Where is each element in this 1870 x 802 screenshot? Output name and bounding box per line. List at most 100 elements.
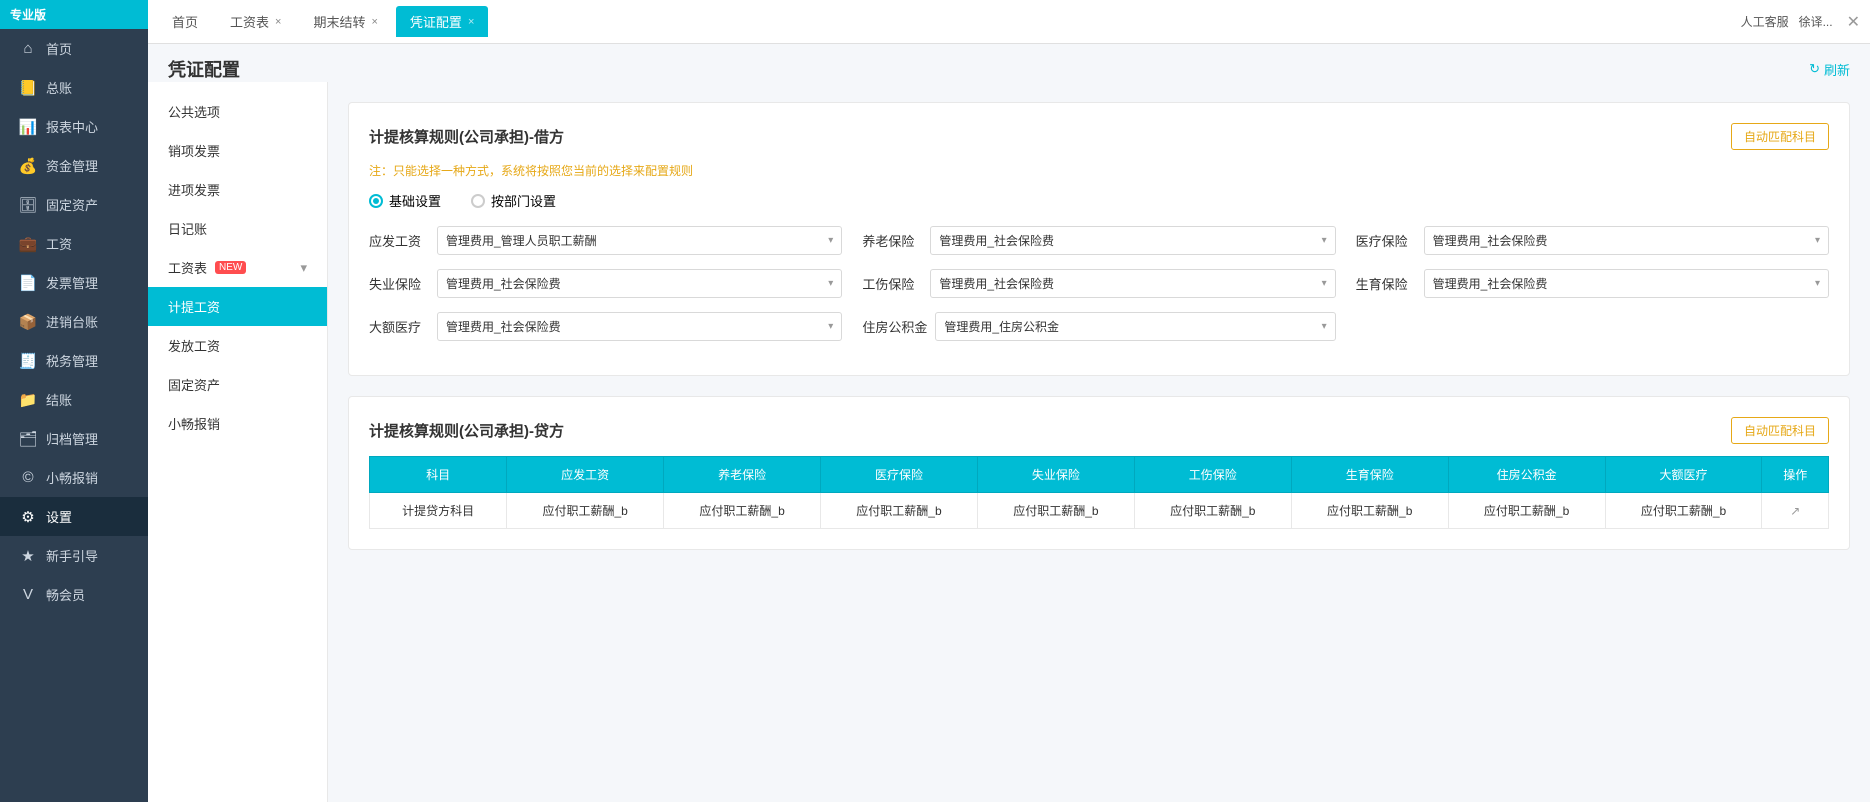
field-unemployment: 失业保险 管理费用_社会保险费 ▾ [369, 269, 842, 298]
salary-icon: 💼 [18, 235, 38, 253]
debit-auto-match-button[interactable]: 自动匹配科目 [1731, 123, 1829, 150]
salary-select[interactable]: 管理费用_管理人员职工薪酬 ▾ [437, 226, 842, 255]
cell-salary: 应付职工薪酬_b [507, 493, 664, 529]
sidebar-item-assets[interactable]: 🗄 固定资产 [0, 185, 148, 224]
radio-dept-circle [471, 194, 485, 208]
sidebar-item-home[interactable]: ⌂ 首页 [0, 29, 148, 68]
tab-period-close[interactable]: 期末结转 × [299, 6, 391, 37]
injury-select[interactable]: 管理费用_社会保险费 ▾ [930, 269, 1335, 298]
debit-warning-text: 注：只能选择一种方式，系统将按照您当前的选择来配置规则 [369, 162, 1829, 179]
cell-medical: 应付职工薪酬_b [821, 493, 978, 529]
window-close-icon[interactable]: ✕ [1847, 12, 1860, 32]
cell-unemployment: 应付职工薪酬_b [977, 493, 1134, 529]
left-nav-public[interactable]: 公共选项 [148, 92, 327, 131]
sidebar-item-closing[interactable]: 📁 结账 [0, 380, 148, 419]
col-maternity: 生育保险 [1291, 457, 1448, 493]
tab-salary-close[interactable]: × [275, 16, 281, 28]
sidebar-item-assets-label: 固定资产 [46, 195, 98, 214]
main-area: 首页 工资表 × 期末结转 × 凭证配置 × 人工客服 徐译... ✕ 凭证配置… [148, 0, 1870, 802]
cell-injury: 应付职工薪酬_b [1134, 493, 1291, 529]
user-label[interactable]: 徐译... [1799, 13, 1833, 30]
field-large-medical: 大额医疗 管理费用_社会保险费 ▾ [369, 312, 842, 341]
left-nav-purchase[interactable]: 进项发票 [148, 170, 327, 209]
settings-icon: ⚙ [18, 508, 38, 526]
sidebar-item-tax[interactable]: 🧾 税务管理 [0, 341, 148, 380]
salary-label: 应发工资 [369, 231, 429, 250]
new-badge: NEW [215, 261, 246, 274]
sidebar-item-finance[interactable]: 💰 资金管理 [0, 146, 148, 185]
sidebar-item-inventory-label: 进销台账 [46, 312, 98, 331]
tab-period-close-btn[interactable]: × [371, 16, 377, 28]
left-nav-fixed-assets[interactable]: 固定资产 [148, 365, 327, 404]
refresh-label: 刷新 [1824, 60, 1850, 79]
left-nav-public-label: 公共选项 [168, 102, 220, 121]
refresh-button[interactable]: ↻ 刷新 [1809, 60, 1850, 79]
tab-voucher-label: 凭证配置 [410, 12, 462, 31]
medical-label: 医疗保险 [1356, 231, 1416, 250]
radio-department[interactable]: 按部门设置 [471, 191, 556, 210]
debit-form-row-1: 应发工资 管理费用_管理人员职工薪酬 ▾ 养老保险 管理费用_社会保险费 ▾ [369, 226, 1829, 255]
credit-section-title: 计提核算规则(公司承担)-贷方 [369, 420, 564, 441]
pension-select[interactable]: 管理费用_社会保险费 ▾ [930, 226, 1335, 255]
housing-select[interactable]: 管理费用_住房公积金 ▾ [935, 312, 1335, 341]
home-icon: ⌂ [18, 40, 38, 57]
col-pension: 养老保险 [664, 457, 821, 493]
sidebar-item-salary[interactable]: 💼 工资 [0, 224, 148, 263]
debit-radio-group: 基础设置 按部门设置 [369, 191, 1829, 210]
left-nav-pay-label: 发放工资 [168, 336, 220, 355]
credit-auto-match-button[interactable]: 自动匹配科目 [1731, 417, 1829, 444]
sidebar-item-finance-label: 资金管理 [46, 156, 98, 175]
sidebar-item-member[interactable]: V 畅会员 [0, 575, 148, 614]
maternity-select[interactable]: 管理费用_社会保险费 ▾ [1424, 269, 1829, 298]
refresh-icon: ↻ [1809, 61, 1820, 77]
left-nav-calc-label: 计提工资 [168, 297, 220, 316]
help-label[interactable]: 人工客服 [1741, 13, 1789, 30]
member-icon: V [18, 586, 38, 603]
left-nav-journal-label: 日记账 [168, 219, 207, 238]
sidebar-item-settings-label: 设置 [46, 507, 72, 526]
housing-select-arrow: ▾ [1322, 321, 1327, 332]
maternity-select-value: 管理费用_社会保险费 [1433, 275, 1548, 292]
medical-select[interactable]: 管理费用_社会保险费 ▾ [1424, 226, 1829, 255]
left-nav-sales[interactable]: 销项发票 [148, 131, 327, 170]
credit-table: 科目 应发工资 养老保险 医疗保险 失业保险 工伤保险 生育保险 住房公积金 大… [369, 456, 1829, 529]
sidebar-item-inventory[interactable]: 📦 进销台账 [0, 302, 148, 341]
sidebar-item-ledger-label: 总账 [46, 78, 72, 97]
salary-select-arrow: ▾ [828, 235, 833, 246]
guide-icon: ★ [18, 547, 38, 565]
radio-basic[interactable]: 基础设置 [369, 191, 441, 210]
pension-select-value: 管理费用_社会保险费 [939, 232, 1054, 249]
sidebar-item-expense[interactable]: © 小畅报销 [0, 458, 148, 497]
sidebar-item-ledger[interactable]: 📒 总账 [0, 68, 148, 107]
row-edit-icon[interactable]: ↗ [1790, 504, 1800, 518]
sidebar-item-guide[interactable]: ★ 新手引导 [0, 536, 148, 575]
sidebar-item-guide-label: 新手引导 [46, 546, 98, 565]
expand-icon: ▾ [300, 260, 307, 276]
table-header-row: 科目 应发工资 养老保险 医疗保险 失业保险 工伤保险 生育保险 住房公积金 大… [370, 457, 1829, 493]
medical-select-arrow: ▾ [1815, 235, 1820, 246]
tab-salary-table[interactable]: 工资表 × [216, 6, 295, 37]
sidebar-item-archive[interactable]: 🗂 归档管理 [0, 419, 148, 458]
expense-icon: © [18, 469, 38, 486]
sidebar-item-settings[interactable]: ⚙ 设置 [0, 497, 148, 536]
left-nav-journal[interactable]: 日记账 [148, 209, 327, 248]
tab-voucher-close[interactable]: × [468, 16, 474, 28]
left-nav-pay-salary[interactable]: 发放工资 [148, 326, 327, 365]
large-medical-select[interactable]: 管理费用_社会保险费 ▾ [437, 312, 842, 341]
left-nav-calc-salary[interactable]: 计提工资 [148, 287, 327, 326]
left-nav: 公共选项 销项发票 进项发票 日记账 工资表 NEW ▾ 计提工资 发放工资 [148, 82, 328, 802]
col-injury: 工伤保险 [1134, 457, 1291, 493]
sidebar-item-reports[interactable]: 📊 报表中心 [0, 107, 148, 146]
cell-action[interactable]: ↗ [1762, 493, 1829, 529]
sidebar-item-invoice[interactable]: 📄 发票管理 [0, 263, 148, 302]
left-nav-salary-table[interactable]: 工资表 NEW ▾ [148, 248, 327, 287]
large-medical-label: 大额医疗 [369, 317, 429, 336]
tab-home[interactable]: 首页 [158, 6, 212, 37]
invoice-icon: 📄 [18, 274, 38, 292]
left-nav-expense-report[interactable]: 小畅报销 [148, 404, 327, 443]
unemployment-select[interactable]: 管理费用_社会保险费 ▾ [437, 269, 842, 298]
left-nav-expense-label: 小畅报销 [168, 414, 220, 433]
tab-voucher-config[interactable]: 凭证配置 × [396, 6, 488, 37]
tab-home-label: 首页 [172, 12, 198, 31]
radio-dept-label: 按部门设置 [491, 191, 556, 210]
